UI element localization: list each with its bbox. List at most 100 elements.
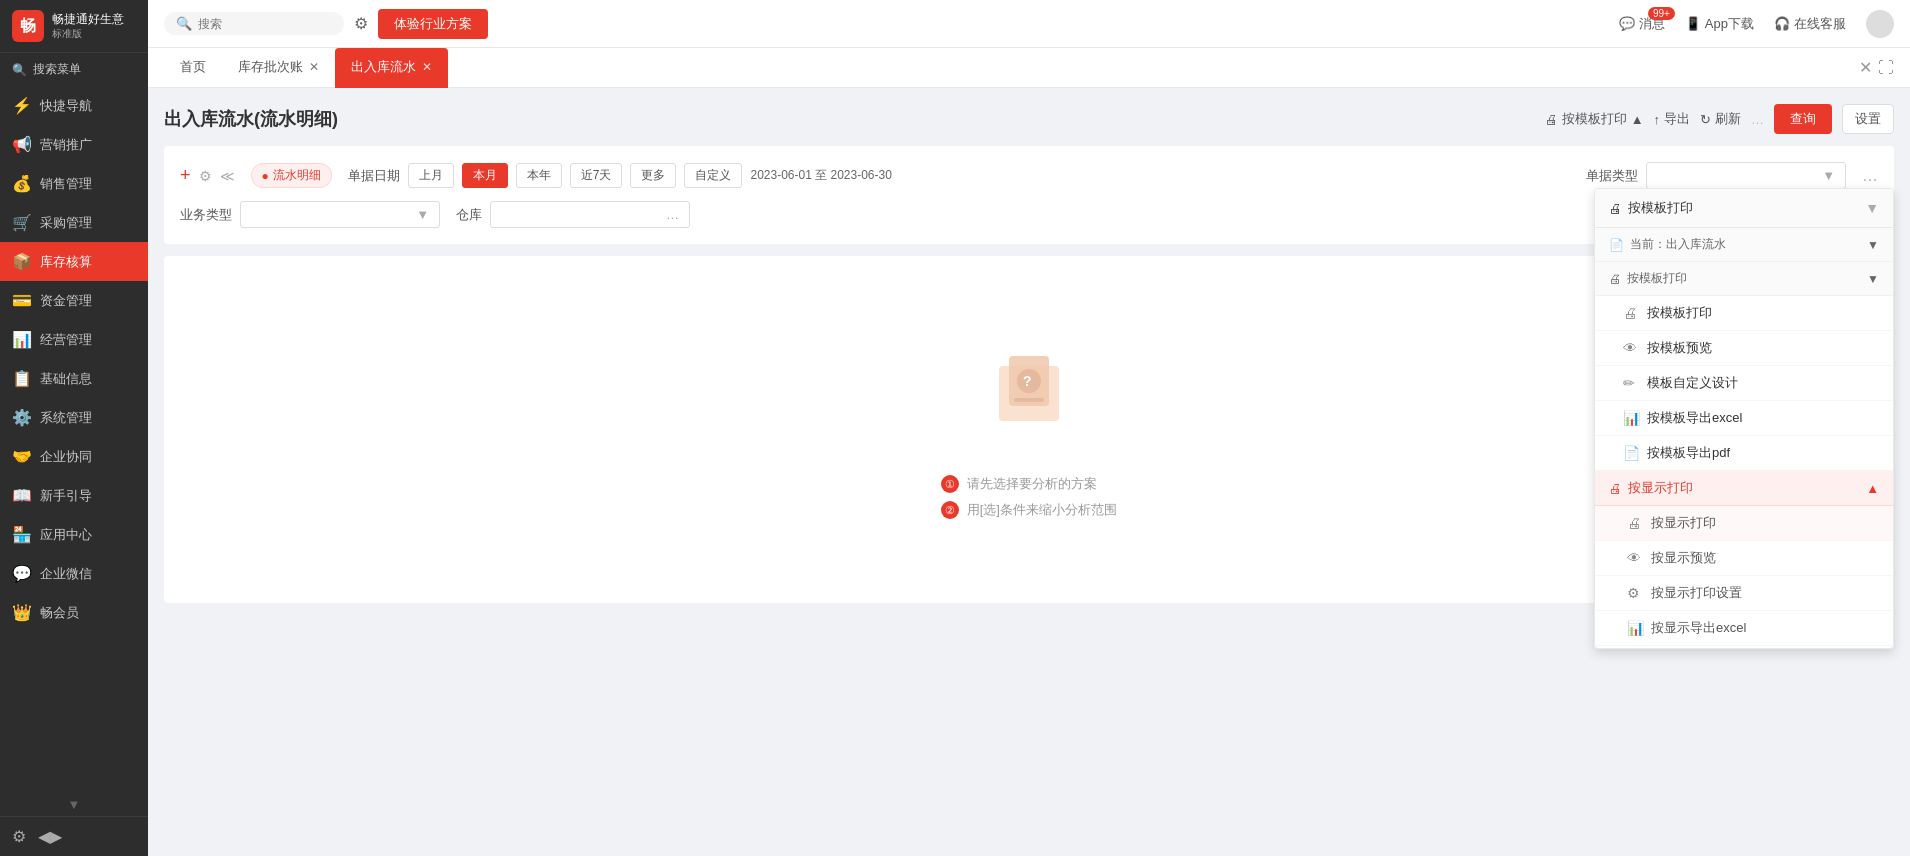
page-title: 出入库流水(流水明细): [164, 107, 338, 131]
filter-collapse-icon[interactable]: ≪: [220, 168, 235, 184]
template-pdf-icon: 📄: [1623, 445, 1639, 461]
sidebar-item-inventory[interactable]: 📦 库存核算: [0, 242, 148, 281]
filter-add-button[interactable]: +: [180, 165, 191, 186]
query-button[interactable]: 查询: [1774, 104, 1832, 134]
quick-nav-icon: ⚡: [12, 96, 32, 115]
topbar-right-area: 💬 消息 99+ 📱 App下载 🎧 在线客服: [1619, 10, 1894, 38]
more-dots-icon[interactable]: …: [1862, 167, 1878, 185]
tab-home[interactable]: 首页: [164, 48, 222, 88]
printer-icon: 🖨: [1545, 112, 1558, 127]
sidebar-item-app-center[interactable]: 🏪 应用中心: [0, 515, 148, 554]
display-export-pdf-item[interactable]: 📄 按显示导出pdf: [1595, 646, 1893, 648]
template-export-excel-item[interactable]: 📊 按模板导出excel: [1595, 401, 1893, 436]
sidebar-item-collaboration[interactable]: 🤝 企业协同: [0, 437, 148, 476]
dropdown-current-section[interactable]: 📄 当前：出入库流水 ▼: [1595, 228, 1893, 262]
app-download-button[interactable]: 📱 App下载: [1685, 15, 1754, 33]
settings-gear-icon[interactable]: ⚙: [12, 827, 26, 846]
template-design-item[interactable]: ✏ 模板自定义设计: [1595, 366, 1893, 401]
date-btn-last-month[interactable]: 上月: [408, 163, 454, 188]
user-avatar: [1866, 10, 1894, 38]
filter-date-label: 单据日期: [348, 167, 400, 185]
sidebar-item-basic-info[interactable]: 📋 基础信息: [0, 359, 148, 398]
template-print-item[interactable]: 🖨 按模板打印: [1595, 296, 1893, 331]
filter-tags-area: + ⚙ ≪: [180, 165, 235, 186]
tab-inventory-batch-label: 库存批次账: [238, 58, 303, 76]
export-button[interactable]: ↑ 导出: [1654, 110, 1691, 128]
tab-warehouse-flow[interactable]: 出入库流水 ✕: [335, 48, 448, 88]
sidebar-item-wechat[interactable]: 💬 企业微信: [0, 554, 148, 593]
print-button[interactable]: 🖨 按模板打印 ▲: [1545, 110, 1644, 128]
template-export-pdf-item[interactable]: 📄 按模板导出pdf: [1595, 436, 1893, 471]
topbar-gear-icon[interactable]: ⚙: [354, 14, 368, 33]
tab-warehouse-flow-close[interactable]: ✕: [422, 60, 432, 74]
refresh-button[interactable]: ↻ 刷新: [1700, 110, 1741, 128]
export-icon: ↑: [1654, 112, 1661, 127]
basic-info-icon: 📋: [12, 369, 32, 388]
hint-num-1: ①: [941, 475, 959, 493]
marketing-icon: 📢: [12, 135, 32, 154]
display-print-section-header[interactable]: 🖨 按显示打印 ▲: [1595, 471, 1893, 506]
sidebar-item-guide[interactable]: 📖 新手引导: [0, 476, 148, 515]
sidebar-item-finance[interactable]: 💳 资金管理: [0, 281, 148, 320]
sidebar-item-member[interactable]: 👑 畅会员: [0, 593, 148, 632]
display-export-excel-item[interactable]: 📊 按显示导出excel: [1595, 611, 1893, 646]
topbar-search-input[interactable]: [198, 17, 318, 31]
template-excel-icon: 📊: [1623, 410, 1639, 426]
operations-icon: 📊: [12, 330, 32, 349]
sidebar-item-system[interactable]: ⚙️ 系统管理: [0, 398, 148, 437]
online-service-button[interactable]: 🎧 在线客服: [1774, 15, 1846, 33]
sidebar-item-marketing[interactable]: 📢 营销推广: [0, 125, 148, 164]
sidebar-item-operations[interactable]: 📊 经营管理: [0, 320, 148, 359]
date-btn-7days[interactable]: 近7天: [570, 163, 623, 188]
display-print-item[interactable]: 🖨 按显示打印: [1595, 506, 1893, 541]
settings-button[interactable]: 设置: [1842, 104, 1894, 134]
topbar-search-icon: 🔍: [176, 16, 192, 31]
filter-type-select[interactable]: ▼: [1646, 162, 1846, 189]
sidebar-item-sales[interactable]: 💰 销售管理: [0, 164, 148, 203]
filter-business-select[interactable]: ▼: [240, 201, 440, 228]
scroll-down-arrow[interactable]: ▼: [0, 793, 148, 816]
minimize-icon[interactable]: ✕: [1859, 58, 1872, 77]
sidebar-item-quick-nav[interactable]: ⚡ 快捷导航: [0, 86, 148, 125]
filter-row-1: + ⚙ ≪ ● 流水明细 单据日期 上月 本月 本年: [180, 162, 1878, 189]
collapse-sidebar-icon[interactable]: ◀▶: [38, 827, 62, 846]
filter-settings-icon[interactable]: ⚙: [199, 168, 212, 184]
message-icon: 💬: [1619, 16, 1635, 31]
dropdown-header: 🖨 按模板打印 ▼: [1595, 189, 1893, 228]
display-print-label: 按显示打印: [1651, 514, 1716, 532]
refresh-icon: ↻: [1700, 112, 1711, 127]
current-arrow-icon: ▼: [1867, 238, 1879, 252]
filter-type-section: 单据类型 ▼: [1586, 162, 1846, 189]
dropdown-title: 🖨 按模板打印: [1609, 199, 1693, 217]
sidebar-search-item[interactable]: 🔍 搜索菜单: [0, 53, 148, 86]
user-avatar-button[interactable]: [1866, 10, 1894, 38]
page-title-row: 出入库流水(流水明细) 🖨 按模板打印 ▲ ↑ 导出 ↻ 刷新: [164, 104, 1894, 134]
app-download-label: App下载: [1705, 15, 1754, 33]
filter-warehouse-label: 仓库: [456, 206, 482, 224]
template-print-section-header[interactable]: 🖨 按模板打印 ▼: [1595, 262, 1893, 296]
template-preview-item[interactable]: 👁 按模板预览: [1595, 331, 1893, 366]
display-print-settings-item[interactable]: ⚙ 按显示打印设置: [1595, 576, 1893, 611]
actions-divider: …: [1751, 112, 1764, 127]
date-btn-more[interactable]: 更多: [630, 163, 676, 188]
dropdown-close-icon[interactable]: ▼: [1865, 200, 1879, 216]
maximize-icon[interactable]: ⛶: [1878, 59, 1894, 77]
business-chevron-icon: ▼: [416, 207, 429, 222]
empty-state-icon: ?: [979, 336, 1079, 455]
filter-date-options: 上月 本月 本年 近7天 更多 自定义: [408, 163, 743, 188]
topbar-search-box[interactable]: 🔍: [164, 12, 344, 35]
date-btn-this-month[interactable]: 本月: [462, 163, 508, 188]
filter-chip-liushui[interactable]: ● 流水明细: [251, 163, 332, 188]
filter-warehouse-select[interactable]: …: [490, 201, 690, 228]
tab-inventory-batch-close[interactable]: ✕: [309, 60, 319, 74]
messages-button[interactable]: 💬 消息 99+: [1619, 15, 1665, 33]
date-btn-custom[interactable]: 自定义: [684, 163, 742, 188]
display-preview-item[interactable]: 👁 按显示预览: [1595, 541, 1893, 576]
tab-inventory-batch[interactable]: 库存批次账 ✕: [222, 48, 335, 88]
industry-solution-button[interactable]: 体验行业方案: [378, 9, 488, 39]
date-btn-this-year[interactable]: 本年: [516, 163, 562, 188]
hint-num-2: ②: [941, 501, 959, 519]
sidebar-item-purchase[interactable]: 🛒 采购管理: [0, 203, 148, 242]
display-preview-label: 按显示预览: [1651, 549, 1716, 567]
sidebar-item-label: 基础信息: [40, 370, 92, 388]
